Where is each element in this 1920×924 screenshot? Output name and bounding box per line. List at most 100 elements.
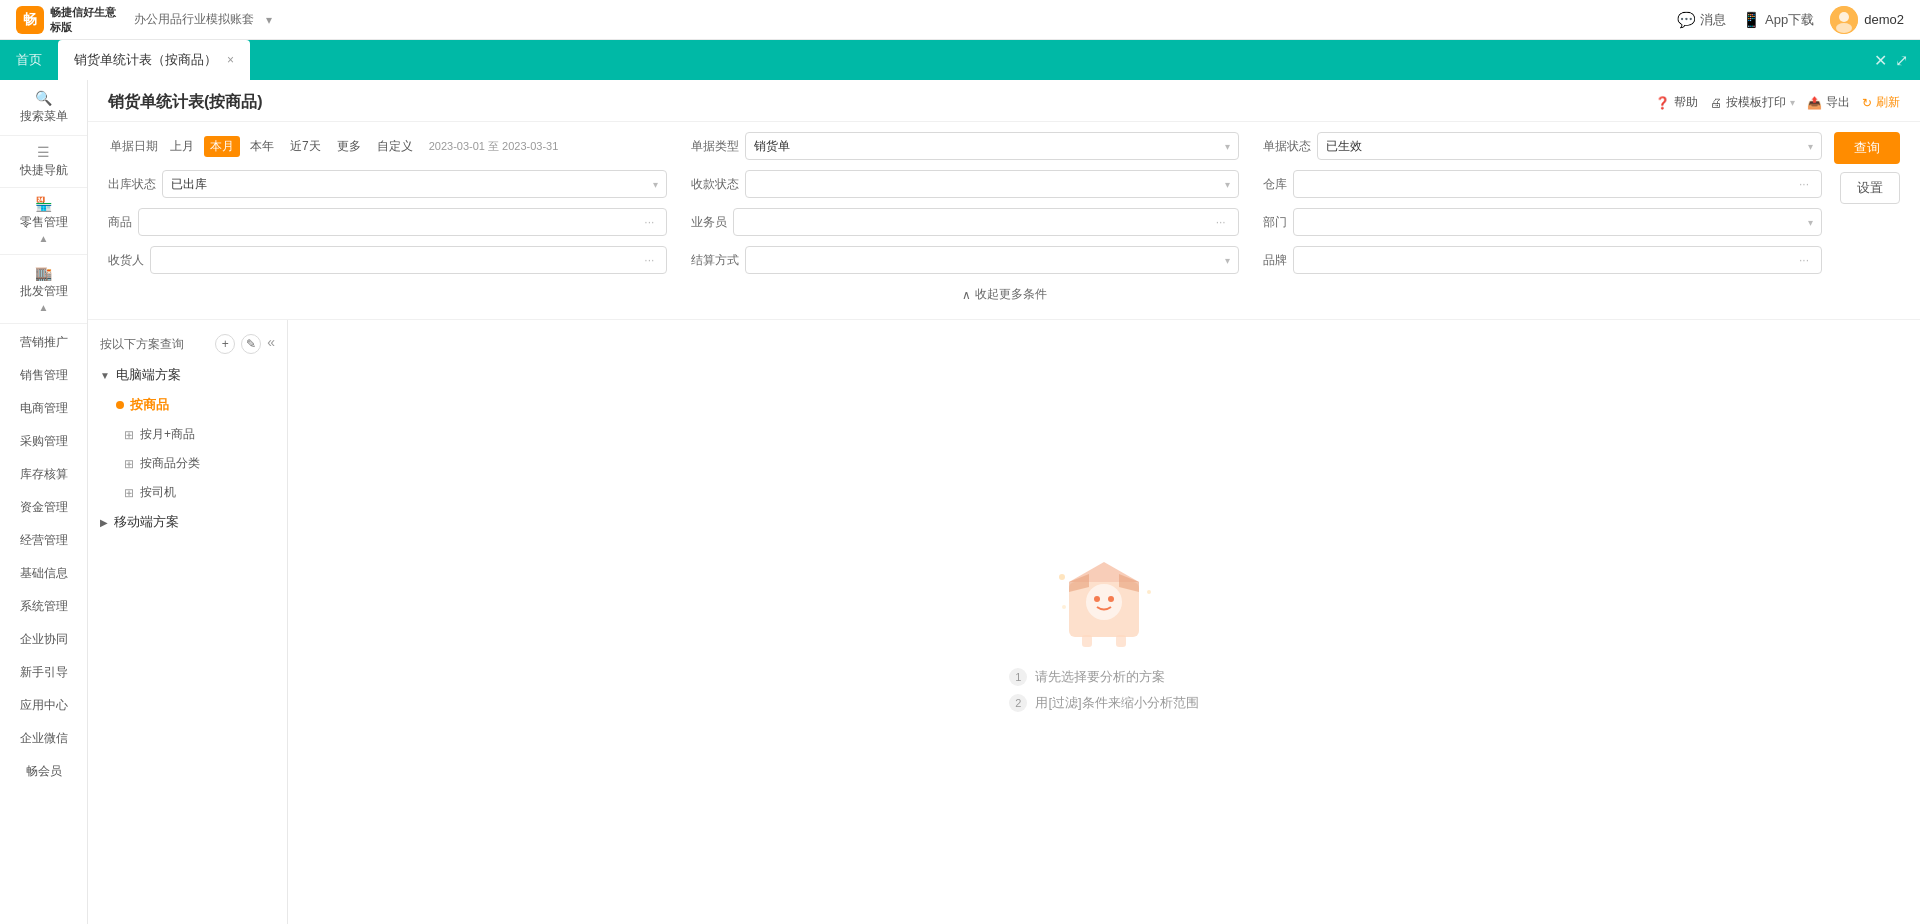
wh-status-select[interactable]: 已出库 ▾ bbox=[162, 170, 667, 198]
scheme-sub-item-driver[interactable]: ⊞ 按司机 bbox=[88, 478, 287, 507]
empty-hint-2: 2 用[过滤]条件来缩小分析范围 bbox=[1009, 694, 1198, 712]
sidebar-quick-nav[interactable]: ☰ 快捷导航 bbox=[0, 136, 87, 188]
message-btn[interactable]: 💬 消息 bbox=[1677, 11, 1726, 29]
user-area[interactable]: demo2 bbox=[1830, 6, 1904, 34]
sidebar-item-marketing[interactable]: 营销推广 bbox=[0, 326, 87, 359]
scheme-panel-actions: + ✎ « bbox=[215, 334, 275, 354]
scheme-group-mobile-header[interactable]: ▶ 移动端方案 bbox=[88, 507, 287, 537]
category-icon: ⊞ bbox=[124, 457, 134, 471]
topbar-left: 畅 畅捷信好生意标版 办公用品行业模拟账套 ▾ bbox=[16, 5, 272, 34]
sidebar-item-finance[interactable]: 资金管理 bbox=[0, 491, 87, 524]
sidebar-inventory-label: 库存核算 bbox=[20, 466, 68, 483]
tab-active[interactable]: 销货单统计表（按商品） × bbox=[58, 40, 250, 80]
date-tabs: 上月 本月 本年 近7天 更多 自定义 bbox=[164, 136, 419, 157]
warehouse-dots[interactable]: ··· bbox=[1795, 177, 1813, 191]
empty-hint2-text: 用[过滤]条件来缩小分析范围 bbox=[1035, 694, 1198, 712]
payment-arrow: ▾ bbox=[1225, 179, 1230, 190]
sidebar-item-ecommerce[interactable]: 电商管理 bbox=[0, 392, 87, 425]
salesperson-select[interactable]: ··· bbox=[733, 208, 1238, 236]
date-label: 单据日期 bbox=[108, 138, 158, 155]
collapse-bar[interactable]: ∧ 收起更多条件 bbox=[108, 280, 1900, 309]
top-dropdown-icon[interactable]: ▾ bbox=[266, 13, 272, 27]
sidebar-item-member[interactable]: 畅会员 bbox=[0, 755, 87, 788]
export-label: 导出 bbox=[1826, 94, 1850, 111]
refresh-btn[interactable]: ↻ 刷新 bbox=[1862, 94, 1900, 111]
sidebar-item-wechat[interactable]: 企业微信 bbox=[0, 722, 87, 755]
tab-close-all-btn[interactable]: ✕ bbox=[1874, 51, 1887, 70]
scheme-mobile-label: 移动端方案 bbox=[114, 513, 179, 531]
app-download-btn[interactable]: 📱 App下载 bbox=[1742, 11, 1814, 29]
doctype-select[interactable]: 销货单 ▾ bbox=[745, 132, 1238, 160]
help-icon: ❓ bbox=[1655, 96, 1670, 110]
avatar bbox=[1830, 6, 1858, 34]
query-buttons: 查询 设置 bbox=[1822, 132, 1900, 204]
sidebar-item-inventory[interactable]: 库存核算 bbox=[0, 458, 87, 491]
date-tab-this-year[interactable]: 本年 bbox=[244, 136, 280, 157]
sidebar-item-basic[interactable]: 基础信息 bbox=[0, 557, 87, 590]
sidebar-item-system[interactable]: 系统管理 bbox=[0, 590, 87, 623]
logo-text: 畅捷信好生意标版 bbox=[50, 5, 116, 34]
sidebar-item-operation[interactable]: 经营管理 bbox=[0, 524, 87, 557]
scheme-collapse-btn[interactable]: « bbox=[267, 334, 275, 354]
product-select[interactable]: ··· bbox=[138, 208, 667, 236]
filter-docstatus-col: 单据状态 已生效 ▾ bbox=[1251, 132, 1822, 160]
date-tab-last-month[interactable]: 上月 bbox=[164, 136, 200, 157]
scheme-sub-item-month-product[interactable]: ⊞ 按月+商品 bbox=[88, 420, 287, 449]
date-tab-7days[interactable]: 近7天 bbox=[284, 136, 327, 157]
sidebar-retail-label: 零售管理 bbox=[20, 214, 68, 231]
sidebar-item-sales[interactable]: 销售管理 bbox=[0, 359, 87, 392]
brand-dots[interactable]: ··· bbox=[1795, 253, 1813, 267]
help-btn[interactable]: ❓ 帮助 bbox=[1655, 94, 1698, 111]
product-dots[interactable]: ··· bbox=[640, 215, 658, 229]
date-range: 2023-03-01 至 2023-03-31 bbox=[429, 139, 559, 154]
empty-hint-1: 1 请先选择要分析的方案 bbox=[1009, 668, 1198, 686]
tab-home[interactable]: 首页 bbox=[0, 40, 58, 80]
product-label: 商品 bbox=[108, 214, 132, 231]
tab-maximize-btn[interactable]: ⤢ bbox=[1895, 51, 1908, 70]
settings-btn[interactable]: 设置 bbox=[1840, 172, 1900, 204]
sidebar-item-purchase[interactable]: 采购管理 bbox=[0, 425, 87, 458]
date-tab-this-month[interactable]: 本月 bbox=[204, 136, 240, 157]
warehouse-select[interactable]: ··· bbox=[1293, 170, 1822, 198]
sidebar-search[interactable]: 🔍 搜索菜单 bbox=[0, 80, 87, 136]
export-btn[interactable]: 📤 导出 bbox=[1807, 94, 1850, 111]
empty-illustration bbox=[1044, 532, 1164, 652]
scheme-add-btn[interactable]: + bbox=[215, 334, 235, 354]
scheme-sub-item-category[interactable]: ⊞ 按商品分类 bbox=[88, 449, 287, 478]
query-btn[interactable]: 查询 bbox=[1834, 132, 1900, 164]
scheme-panel: 按以下方案查询 + ✎ « ▼ 电脑端方案 bbox=[88, 320, 288, 924]
dept-select[interactable]: ▾ bbox=[1293, 208, 1822, 236]
date-tab-custom[interactable]: 自定义 bbox=[371, 136, 419, 157]
docstatus-select[interactable]: 已生效 ▾ bbox=[1317, 132, 1822, 160]
scheme-item-by-product[interactable]: 按商品 bbox=[88, 390, 287, 420]
docstatus-arrow: ▾ bbox=[1808, 141, 1813, 152]
svg-rect-10 bbox=[1082, 635, 1092, 647]
payment-select[interactable]: ▾ bbox=[745, 170, 1238, 198]
sidebar-item-appcenter[interactable]: 应用中心 bbox=[0, 689, 87, 722]
recipient-dots[interactable]: ··· bbox=[640, 253, 658, 267]
salesperson-dots[interactable]: ··· bbox=[1212, 215, 1230, 229]
date-tab-more[interactable]: 更多 bbox=[331, 136, 367, 157]
print-dropdown-icon[interactable]: ▾ bbox=[1790, 97, 1795, 108]
sidebar-purchase-label: 采购管理 bbox=[20, 433, 68, 450]
sidebar-item-enterprise[interactable]: 企业协同 bbox=[0, 623, 87, 656]
sidebar-item-wholesale[interactable]: 🏬 批发管理 ▲ bbox=[0, 257, 87, 321]
top-title: 办公用品行业模拟账套 bbox=[134, 11, 254, 28]
sidebar-item-newbie[interactable]: 新手引导 bbox=[0, 656, 87, 689]
recipient-select[interactable]: ··· bbox=[150, 246, 667, 274]
print-btn[interactable]: 🖨 按模板打印 ▾ bbox=[1710, 94, 1795, 111]
scheme-group-mobile: ▶ 移动端方案 bbox=[88, 507, 287, 537]
recipient-label: 收货人 bbox=[108, 252, 144, 269]
filter-with-query: 单据日期 上月 本月 本年 近7天 更多 自定义 2023-03-01 至 20… bbox=[108, 132, 1900, 280]
message-icon: 💬 bbox=[1677, 11, 1696, 29]
settlement-select[interactable]: ▾ bbox=[745, 246, 1238, 274]
tab-close-icon[interactable]: × bbox=[227, 53, 234, 67]
sidebar-newbie-label: 新手引导 bbox=[20, 664, 68, 681]
scheme-group-desktop-header[interactable]: ▼ 电脑端方案 bbox=[88, 360, 287, 390]
settlement-arrow: ▾ bbox=[1225, 255, 1230, 266]
doctype-value: 销货单 bbox=[754, 138, 1224, 155]
sidebar-item-retail[interactable]: 🏪 零售管理 ▲ bbox=[0, 188, 87, 252]
scheme-group-desktop: ▼ 电脑端方案 按商品 ⊞ 按月+商品 ⊞ 按商品分类 bbox=[88, 360, 287, 507]
scheme-edit-btn[interactable]: ✎ bbox=[241, 334, 261, 354]
brand-select[interactable]: ··· bbox=[1293, 246, 1822, 274]
